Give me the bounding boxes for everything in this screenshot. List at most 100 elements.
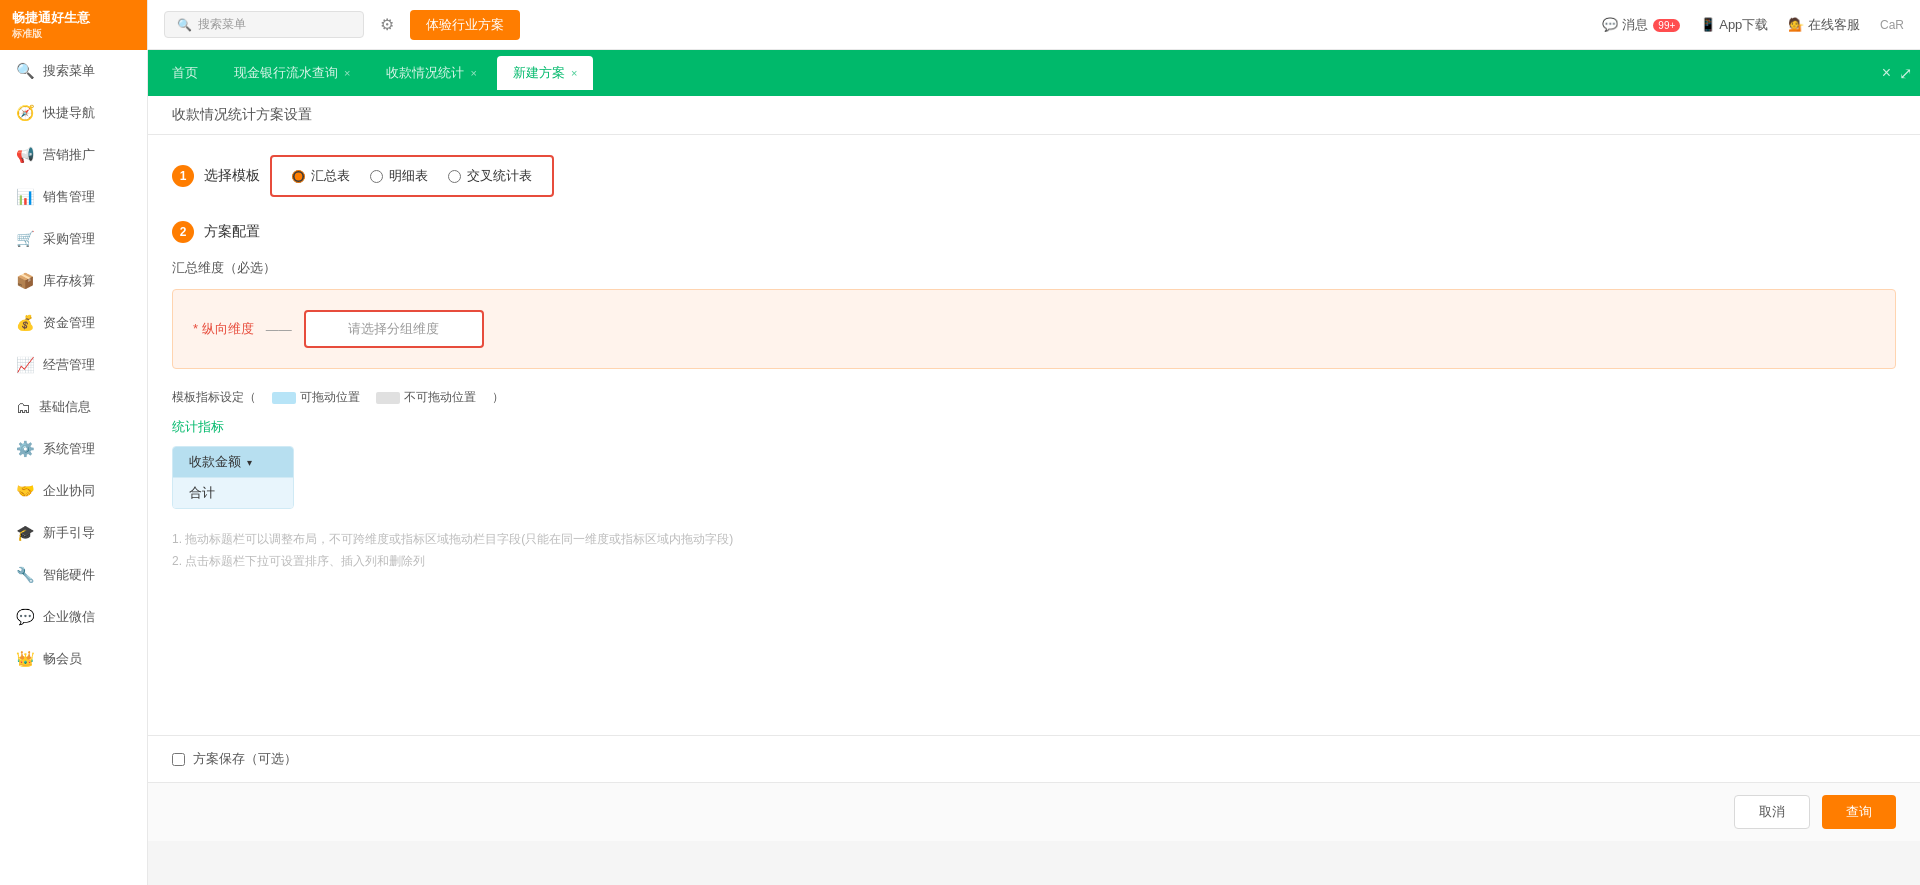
sidebar: 畅捷通好生意 标准版 🔍 搜索菜单 🧭 快捷导航 📢 营销推广 📊 销售管理 🛒… (0, 0, 148, 885)
sidebar-logo-text: 畅捷通好生意 (12, 9, 90, 27)
sidebar-item-label: 采购管理 (43, 230, 95, 248)
dimension-title: 汇总维度（必选） (172, 259, 1896, 277)
chevron-down-icon: ▾ (247, 457, 252, 468)
dimension-label: * 纵向维度 (193, 320, 254, 338)
message-badge: 99+ (1653, 19, 1680, 32)
cancel-button[interactable]: 取消 (1734, 795, 1810, 829)
enterprise-icon: 🤝 (16, 482, 35, 500)
radio-huizong-input[interactable] (292, 170, 305, 183)
tab-home[interactable]: 首页 (156, 56, 214, 90)
expand-window-button[interactable]: ⤢ (1899, 64, 1912, 83)
sidebar-item-nav[interactable]: 🧭 快捷导航 (0, 92, 147, 134)
radio-huizong[interactable]: 汇总表 (292, 167, 350, 185)
marketing-icon: 📢 (16, 146, 35, 164)
settings-button[interactable]: ⚙ (380, 15, 394, 34)
indicator-col-amount: 收款金额 ▾ 合计 (173, 447, 293, 508)
indicator-grid: 收款金额 ▾ 合计 (172, 446, 294, 509)
operations-icon: 📈 (16, 356, 35, 374)
step1-title: 选择模板 (204, 167, 260, 185)
topbar: 🔍 搜索菜单 ⚙ 体验行业方案 💬 消息 99+ 📱 App下载 💁 在线客服 … (148, 0, 1920, 50)
member-icon: 👑 (16, 650, 35, 668)
sidebar-item-label: 资金管理 (43, 314, 95, 332)
sidebar-item-hardware[interactable]: 🔧 智能硬件 (0, 554, 147, 596)
sidebar-item-finance[interactable]: 💰 资金管理 (0, 302, 147, 344)
save-label[interactable]: 方案保存（可选） (193, 750, 297, 768)
search-icon: 🔍 (16, 62, 35, 80)
sidebar-item-label: 智能硬件 (43, 566, 95, 584)
industry-solution-button[interactable]: 体验行业方案 (410, 10, 520, 40)
sales-icon: 📊 (16, 188, 35, 206)
dimension-select-box[interactable]: 请选择分组维度 (304, 310, 484, 348)
query-button[interactable]: 查询 (1822, 795, 1896, 829)
close-window-button[interactable]: × (1882, 64, 1891, 83)
sidebar-item-marketing[interactable]: 📢 营销推广 (0, 134, 147, 176)
sidebar-item-guide[interactable]: 🎓 新手引导 (0, 512, 147, 554)
sidebar-item-label: 营销推广 (43, 146, 95, 164)
tab-bar: 首页 现金银行流水查询 × 收款情况统计 × 新建方案 × × ⤢ (148, 50, 1920, 96)
legend-no-drag-color (376, 392, 400, 404)
indicator-col-amount-label: 收款金额 (189, 453, 241, 471)
sidebar-item-purchase[interactable]: 🛒 采购管理 (0, 218, 147, 260)
content-area: 收款情况统计方案设置 1 选择模板 汇总表 (148, 96, 1920, 885)
radio-jiaocha[interactable]: 交叉统计表 (448, 167, 532, 185)
indicator-col-amount-body: 合计 (173, 478, 293, 508)
sidebar-item-label: 企业协同 (43, 482, 95, 500)
sidebar-edition: 标准版 (12, 27, 90, 41)
sidebar-item-member[interactable]: 👑 畅会员 (0, 638, 147, 680)
sidebar-item-label: 基础信息 (39, 398, 91, 416)
legend-drag-label: 可拖动位置 (300, 389, 360, 406)
tab-cashflow[interactable]: 现金银行流水查询 × (218, 56, 366, 90)
close-cashflow-tab[interactable]: × (344, 67, 350, 79)
download-button[interactable]: 📱 App下载 (1700, 16, 1768, 34)
legend-no-drag-label: 不可拖动位置 (404, 389, 476, 406)
tabs-actions: × ⤢ (1882, 64, 1912, 83)
sidebar-item-label: 新手引导 (43, 524, 95, 542)
sidebar-item-sales[interactable]: 📊 销售管理 (0, 176, 147, 218)
sidebar-item-inventory[interactable]: 📦 库存核算 (0, 260, 147, 302)
sidebar-item-system[interactable]: ⚙️ 系统管理 (0, 428, 147, 470)
sidebar-item-label: 畅会员 (43, 650, 82, 668)
sidebar-item-label: 库存核算 (43, 272, 95, 290)
footer: 取消 查询 (148, 782, 1920, 841)
purchase-icon: 🛒 (16, 230, 35, 248)
radio-mingxi-input[interactable] (370, 170, 383, 183)
close-receipt-stats-tab[interactable]: × (470, 67, 476, 79)
step1-section: 1 选择模板 汇总表 明细表 (172, 155, 1896, 197)
service-button[interactable]: 💁 在线客服 (1788, 16, 1860, 34)
sidebar-item-wechat[interactable]: 💬 企业微信 (0, 596, 147, 638)
step1-header: 1 选择模板 汇总表 明细表 (172, 155, 1896, 197)
tip-2: 2. 点击标题栏下拉可设置排序、插入列和删除列 (172, 551, 1896, 573)
sidebar-item-basic-info[interactable]: 🗂 基础信息 (0, 386, 147, 428)
guide-icon: 🎓 (16, 524, 35, 542)
sidebar-item-operations[interactable]: 📈 经营管理 (0, 344, 147, 386)
message-button[interactable]: 💬 消息 99+ (1602, 16, 1680, 34)
legend-drag-item: 可拖动位置 (272, 389, 360, 406)
step2-title: 方案配置 (204, 223, 260, 241)
sidebar-item-enterprise[interactable]: 🤝 企业协同 (0, 470, 147, 512)
indicator-setting-close: ） (492, 389, 504, 406)
finance-icon: 💰 (16, 314, 35, 332)
dimension-row: * 纵向维度 —— 请选择分组维度 (193, 310, 1875, 348)
indicator-col-amount-header[interactable]: 收款金额 ▾ (173, 447, 293, 478)
search-placeholder: 搜索菜单 (198, 16, 246, 33)
wechat-icon: 💬 (16, 608, 35, 626)
save-checkbox[interactable] (172, 753, 185, 766)
main-area: 🔍 搜索菜单 ⚙ 体验行业方案 💬 消息 99+ 📱 App下载 💁 在线客服 … (148, 0, 1920, 885)
legend-drag-color (272, 392, 296, 404)
search-bar[interactable]: 🔍 搜索菜单 (164, 11, 364, 38)
sidebar-item-label: 销售管理 (43, 188, 95, 206)
step2-header: 2 方案配置 (172, 221, 1896, 243)
close-new-scheme-tab[interactable]: × (571, 67, 577, 79)
radio-jiaocha-input[interactable] (448, 170, 461, 183)
inventory-icon: 📦 (16, 272, 35, 290)
radio-mingxi[interactable]: 明细表 (370, 167, 428, 185)
search-icon: 🔍 (177, 18, 192, 32)
sidebar-item-search[interactable]: 🔍 搜索菜单 (0, 50, 147, 92)
tab-new-scheme[interactable]: 新建方案 × (497, 56, 593, 90)
sidebar-item-label: 快捷导航 (43, 104, 95, 122)
tab-cashflow-label: 现金银行流水查询 (234, 64, 338, 82)
tab-receipt-stats[interactable]: 收款情况统计 × (370, 56, 492, 90)
page-title: 收款情况统计方案设置 (172, 106, 312, 122)
user-name: CaR (1880, 18, 1904, 32)
form-area: 1 选择模板 汇总表 明细表 (148, 135, 1920, 735)
